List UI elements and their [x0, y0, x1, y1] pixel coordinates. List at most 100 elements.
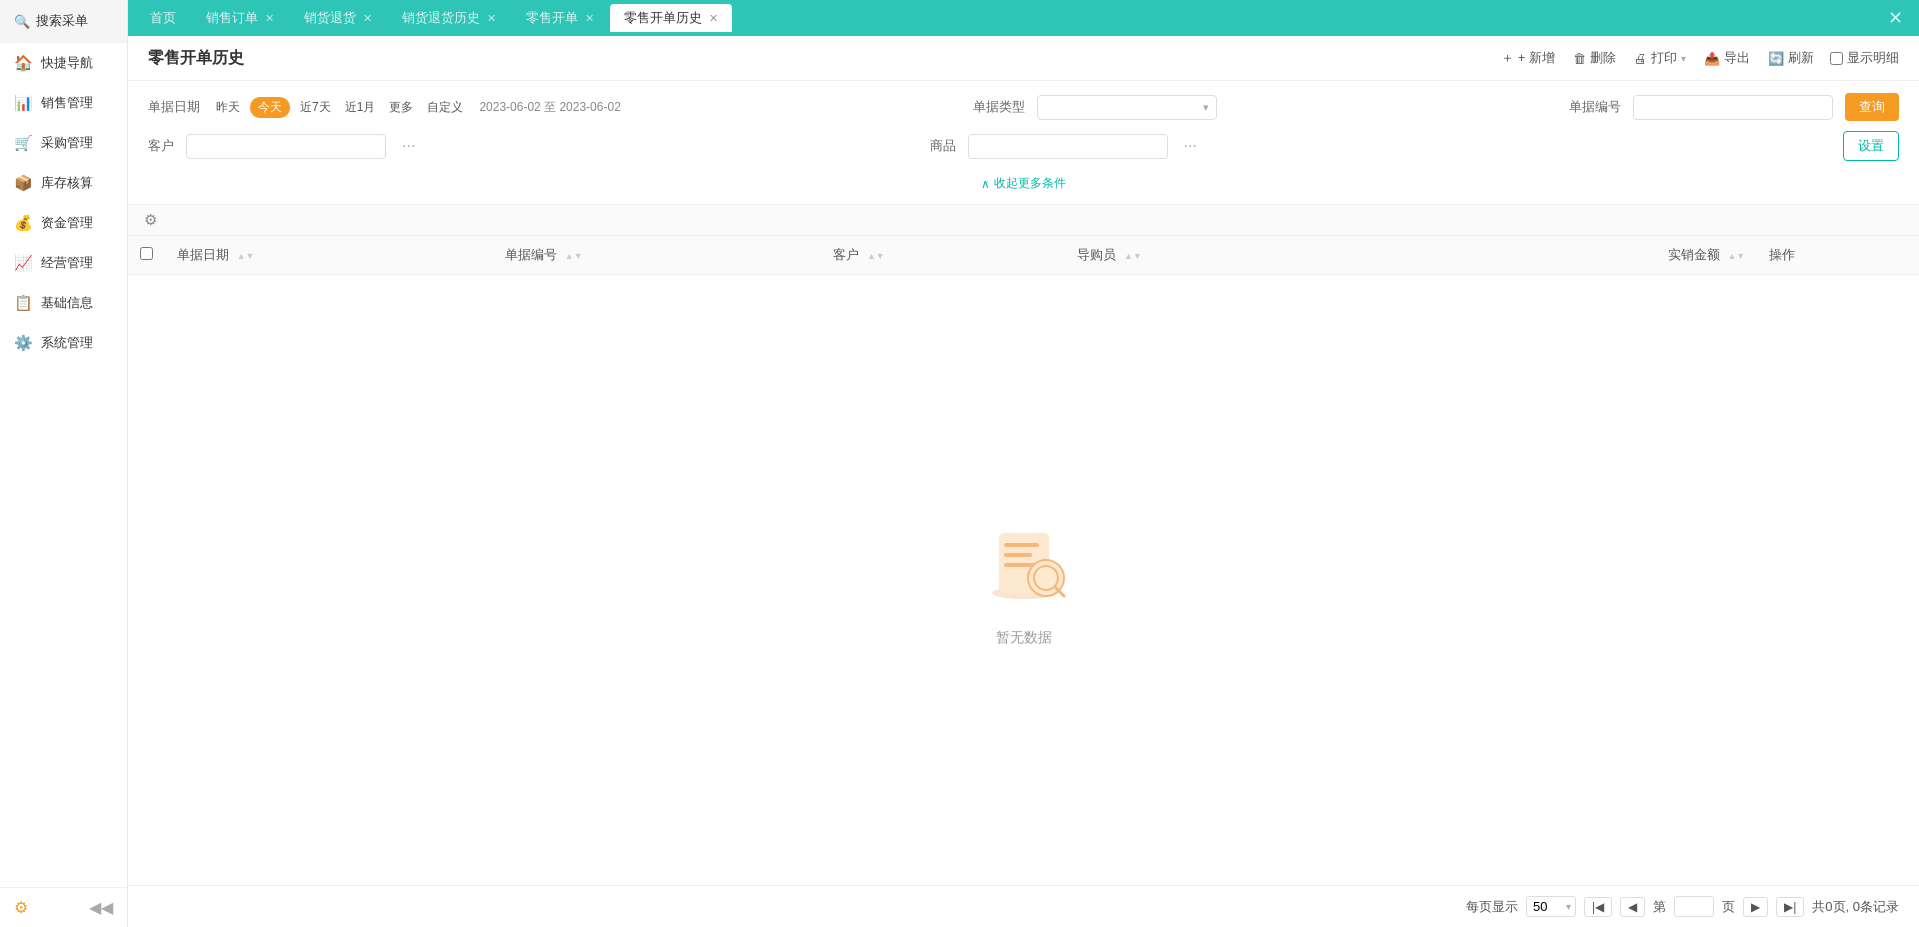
- next-page-button[interactable]: ▶: [1743, 897, 1768, 917]
- prev-page-button[interactable]: ◀: [1620, 897, 1645, 917]
- sidebar-bottom: ⚙ ◀◀: [0, 887, 127, 927]
- pagination: 每页显示 102050100 |◀ ◀ 第 1 页 ▶ ▶| 共0页, 0条记录: [128, 885, 1919, 927]
- product-ellipsis-icon[interactable]: ···: [1180, 137, 1201, 155]
- table-settings-icon[interactable]: ⚙: [144, 211, 157, 228]
- header-actions: ＋ + 新增 🗑 删除 🖨 打印 ▾ 📤 导出 🔄: [1499, 46, 1899, 70]
- sidebar-collapse-icon[interactable]: ◀◀: [89, 898, 113, 917]
- add-button[interactable]: ＋ + 新增: [1499, 46, 1557, 70]
- empty-state-text: 暂无数据: [996, 629, 1052, 647]
- sidebar-item-operations[interactable]: 📈 经营管理: [0, 243, 127, 283]
- collapse-filter-button[interactable]: ∧ 收起更多条件: [148, 171, 1899, 200]
- customer-ellipsis-icon[interactable]: ···: [398, 137, 419, 155]
- delete-icon: 🗑: [1573, 51, 1586, 66]
- tab-sales-return[interactable]: 销货退货✕: [290, 4, 386, 32]
- th-guide: 导购员 ▲▼: [1065, 236, 1351, 275]
- tab-close-retail-open[interactable]: ✕: [585, 12, 594, 25]
- tab-close-sales-return[interactable]: ✕: [363, 12, 372, 25]
- sidebar-label-operations: 经营管理: [41, 254, 93, 272]
- tab-close-retail-open-history[interactable]: ✕: [709, 12, 718, 25]
- select-all-checkbox[interactable]: [140, 247, 153, 260]
- delete-button[interactable]: 🗑 删除: [1571, 46, 1618, 70]
- svg-rect-3: [1004, 553, 1032, 557]
- sidebar-item-quick-nav[interactable]: 🏠快捷导航: [0, 43, 127, 83]
- sidebar-item-sys-mgmt[interactable]: ⚙️ 系统管理: [0, 323, 127, 363]
- tab-label-sales-return-history: 销货退货历史: [402, 9, 480, 27]
- tab-sales-order[interactable]: 销售订单✕: [192, 4, 288, 32]
- empty-state: 暂无数据: [128, 275, 1919, 885]
- table-section: ⚙ 单据日期 ▲▼ 单据编号 ▲▼: [128, 205, 1919, 885]
- date-opt-last_month[interactable]: 近1月: [341, 97, 380, 118]
- data-table: 单据日期 ▲▼ 单据编号 ▲▼ 客户 ▲▼ 导购员: [128, 236, 1919, 275]
- filter-row-1: 单据日期 昨天今天近7天近1月更多自定义 2023-06-02 至 2023-0…: [148, 93, 1899, 121]
- th-ops: 操作: [1757, 236, 1919, 275]
- sort-arrows-date[interactable]: ▲▼: [237, 252, 255, 261]
- page-input[interactable]: 1: [1674, 896, 1714, 917]
- filter-section: 单据日期 昨天今天近7天近1月更多自定义 2023-06-02 至 2023-0…: [128, 81, 1919, 205]
- sort-arrows-amount[interactable]: ▲▼: [1727, 252, 1745, 261]
- doc-type-select[interactable]: [1037, 95, 1217, 120]
- sort-arrows-no[interactable]: ▲▼: [565, 252, 583, 261]
- date-opt-custom[interactable]: 自定义: [423, 97, 467, 118]
- sidebar-item-inventory[interactable]: 📦库存核算: [0, 163, 127, 203]
- date-label: 单据日期: [148, 98, 200, 116]
- page-size-select[interactable]: 102050100: [1526, 896, 1576, 917]
- filter-row-2: 客户 ··· 商品 ··· 设置: [148, 131, 1899, 161]
- date-opt-more[interactable]: 更多: [385, 97, 417, 118]
- sidebar-label-finance: 资金管理: [41, 214, 93, 232]
- date-options: 昨天今天近7天近1月更多自定义: [212, 97, 467, 118]
- date-opt-today[interactable]: 今天: [250, 97, 290, 118]
- export-button[interactable]: 📤 导出: [1702, 46, 1752, 70]
- display-detail-checkbox[interactable]: 显示明细: [1830, 49, 1899, 67]
- date-opt-yesterday[interactable]: 昨天: [212, 97, 244, 118]
- last-page-button[interactable]: ▶|: [1776, 897, 1804, 917]
- sidebar-label-basic-info: 基础信息: [41, 294, 93, 312]
- query-button[interactable]: 查询: [1845, 93, 1899, 121]
- display-detail-input[interactable]: [1830, 52, 1843, 65]
- sidebar-icon-operations: 📈: [14, 254, 33, 272]
- th-amount: 实销金额 ▲▼: [1429, 236, 1757, 275]
- page-header: 零售开单历史 ＋ + 新增 🗑 删除 🖨 打印 ▾ 📤 导出: [128, 36, 1919, 81]
- first-page-button[interactable]: |◀: [1584, 897, 1612, 917]
- per-page-label: 每页显示: [1466, 898, 1518, 916]
- print-button[interactable]: 🖨 打印 ▾: [1632, 46, 1688, 70]
- search-icon: 🔍: [14, 14, 30, 29]
- sidebar-item-purchase-mgmt[interactable]: 🛒采购管理: [0, 123, 127, 163]
- sidebar-label-purchase-mgmt: 采购管理: [41, 134, 93, 152]
- tab-label-home: 首页: [150, 9, 176, 27]
- date-opt-last7[interactable]: 近7天: [296, 97, 335, 118]
- add-icon: ＋: [1501, 49, 1514, 67]
- page-title: 零售开单历史: [148, 48, 244, 69]
- sidebar-icon-sys-mgmt: ⚙️: [14, 334, 33, 352]
- date-range: 2023-06-02 至 2023-06-02: [479, 99, 620, 116]
- sort-arrows-customer[interactable]: ▲▼: [867, 252, 885, 261]
- sort-arrows-guide[interactable]: ▲▼: [1124, 252, 1142, 261]
- tab-retail-open[interactable]: 零售开单✕: [512, 4, 608, 32]
- refresh-button[interactable]: 🔄 刷新: [1766, 46, 1816, 70]
- doc-no-label: 单据编号: [1569, 98, 1621, 116]
- page-size-wrapper: 102050100: [1526, 896, 1576, 917]
- sidebar-gear-icon[interactable]: ⚙: [14, 898, 28, 917]
- sidebar-label-sys-mgmt: 系统管理: [41, 334, 93, 352]
- window-close-button[interactable]: ✕: [1880, 7, 1911, 29]
- sidebar-search[interactable]: 🔍 搜索采单: [0, 0, 127, 43]
- tab-close-sales-order[interactable]: ✕: [265, 12, 274, 25]
- collapse-arrow-icon: ∧: [981, 177, 990, 191]
- sidebar-icon-quick-nav: 🏠: [14, 54, 33, 72]
- doc-no-input[interactable]: [1633, 95, 1833, 120]
- sidebar-icon-inventory: 📦: [14, 174, 33, 192]
- tab-close-sales-return-history[interactable]: ✕: [487, 12, 496, 25]
- tab-retail-open-history[interactable]: 零售开单历史✕: [610, 4, 732, 32]
- customer-input[interactable]: [186, 134, 386, 159]
- th-spacer: [1351, 236, 1429, 275]
- sidebar-item-finance[interactable]: 💰资金管理: [0, 203, 127, 243]
- product-input[interactable]: [968, 134, 1168, 159]
- th-no: 单据编号 ▲▼: [493, 236, 821, 275]
- doc-type-select-wrapper: [1037, 95, 1217, 120]
- tabs-bar: 首页销售订单✕销货退货✕销货退货历史✕零售开单✕零售开单历史✕ ✕: [128, 0, 1919, 36]
- main-area: 首页销售订单✕销货退货✕销货退货历史✕零售开单✕零售开单历史✕ ✕ 零售开单历史…: [128, 0, 1919, 927]
- tab-home[interactable]: 首页: [136, 4, 190, 32]
- sidebar-item-basic-info[interactable]: 📋基础信息: [0, 283, 127, 323]
- tab-sales-return-history[interactable]: 销货退货历史 ✕: [388, 4, 510, 32]
- sidebar-item-sales-mgmt[interactable]: 📊销售管理: [0, 83, 127, 123]
- settings-button[interactable]: 设置: [1843, 131, 1899, 161]
